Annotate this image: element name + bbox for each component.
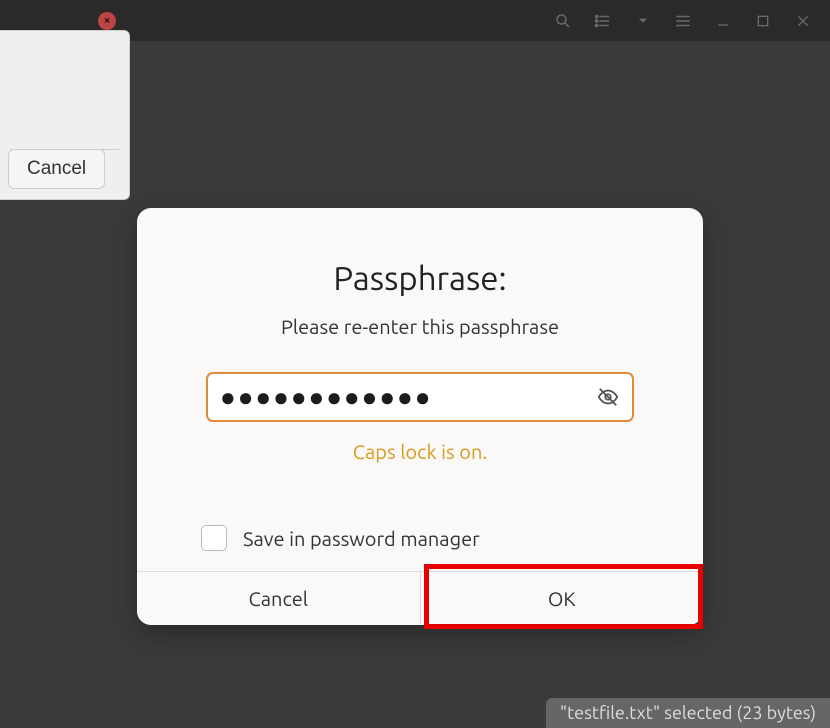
- side-popover: Cancel: [0, 30, 130, 200]
- save-password-label: Save in password manager: [243, 527, 480, 550]
- list-icon[interactable]: [594, 12, 612, 30]
- close-glyph: ×: [104, 14, 111, 27]
- dialog-subtitle: Please re-enter this passphrase: [281, 315, 559, 338]
- eye-off-icon[interactable]: [596, 385, 620, 409]
- save-password-checkbox[interactable]: [201, 525, 227, 551]
- window-close-icon[interactable]: [794, 12, 812, 30]
- ok-button[interactable]: OK: [421, 572, 704, 625]
- passphrase-dialog: Passphrase: Please re-enter this passphr…: [137, 208, 703, 625]
- popover-cancel-button[interactable]: Cancel: [8, 149, 105, 189]
- status-text: "testfile.txt" selected (23 bytes): [560, 703, 816, 723]
- close-icon[interactable]: ×: [98, 12, 116, 30]
- status-bar: "testfile.txt" selected (23 bytes): [546, 698, 830, 728]
- cancel-button[interactable]: Cancel: [137, 572, 421, 625]
- titlebar-right: [554, 12, 822, 30]
- popover-separator: [10, 149, 119, 150]
- maximize-icon[interactable]: [754, 12, 772, 30]
- passphrase-input[interactable]: [220, 383, 596, 412]
- titlebar-left: ×: [98, 12, 116, 30]
- dialog-button-row: Cancel OK: [137, 571, 703, 625]
- password-field-wrap[interactable]: [206, 372, 634, 422]
- chevron-down-icon[interactable]: [634, 12, 652, 30]
- dialog-body: Passphrase: Please re-enter this passphr…: [137, 208, 703, 571]
- hamburger-icon[interactable]: [674, 12, 692, 30]
- save-row: Save in password manager: [201, 525, 627, 551]
- search-icon[interactable]: [554, 12, 572, 30]
- caps-lock-warning: Caps lock is on.: [353, 440, 488, 463]
- minimize-icon[interactable]: [714, 12, 732, 30]
- dialog-title: Passphrase:: [333, 260, 506, 297]
